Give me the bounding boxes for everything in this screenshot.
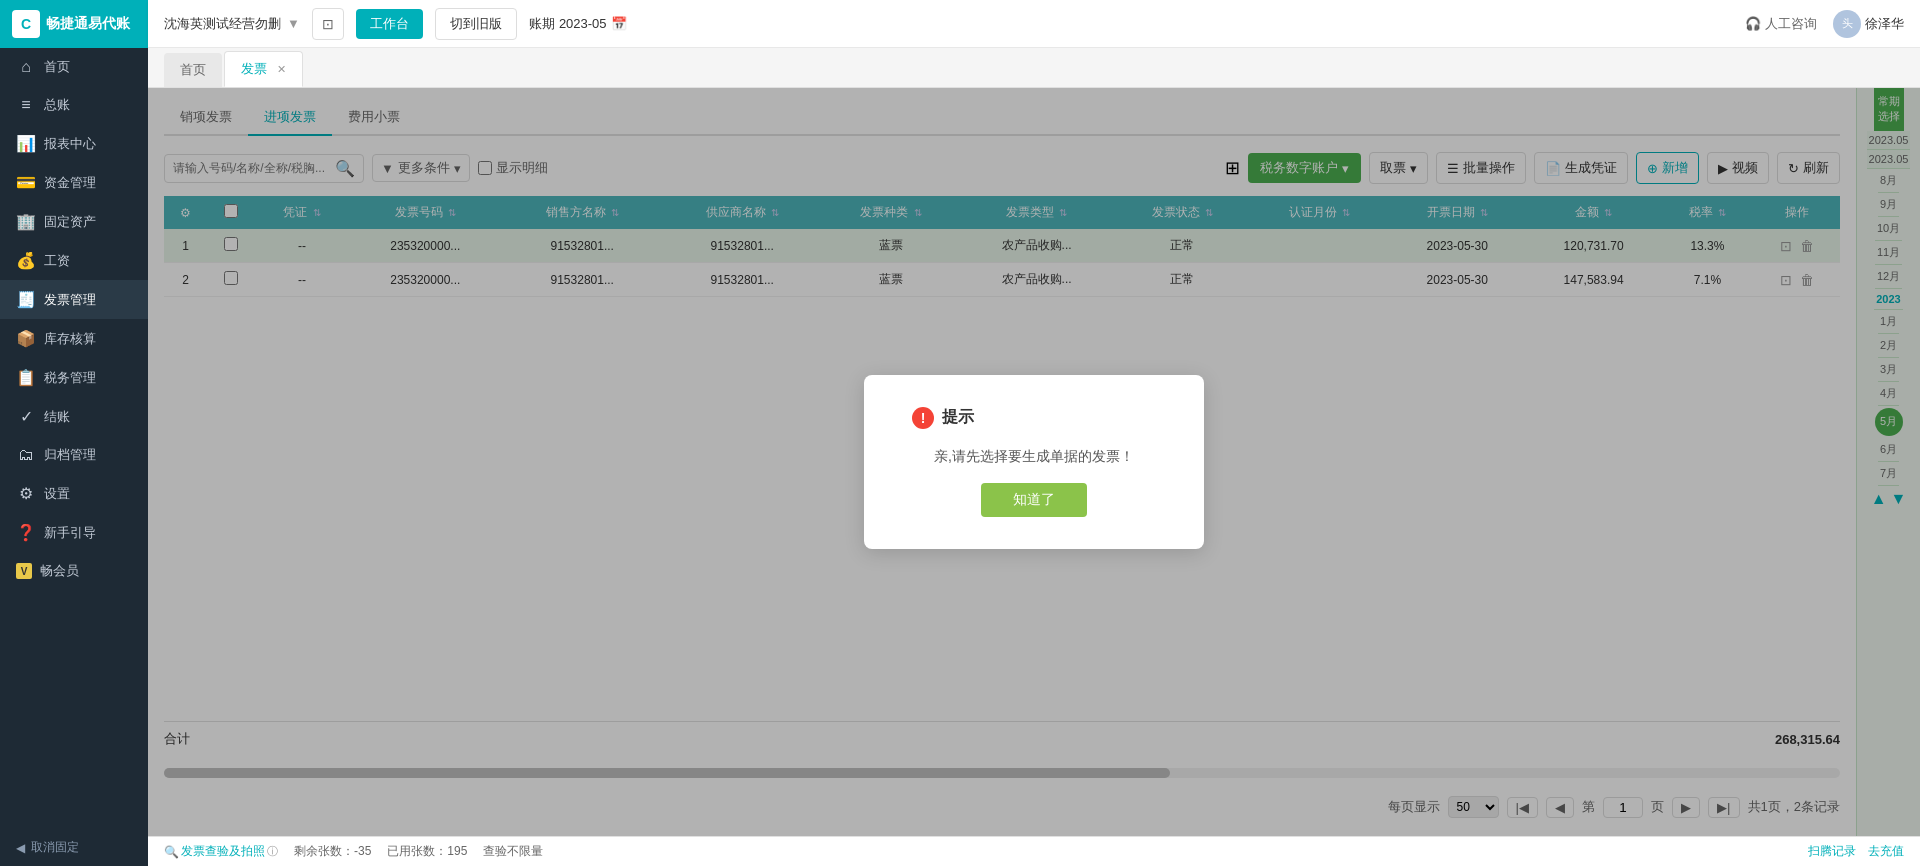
check-invoice-icon: 🔍 [164, 845, 179, 859]
sidebar-item-label: 首页 [44, 58, 70, 76]
company-selector[interactable]: 沈海英测试经营勿删 ▼ [164, 15, 300, 33]
check-invoice-link[interactable]: 🔍 发票查验及拍照 ⓘ [164, 843, 278, 860]
unpin-sidebar-btn[interactable]: ◀ 取消固定 [0, 829, 148, 866]
app-name: 畅捷通易代账 [46, 15, 130, 33]
reports-icon: 📊 [16, 134, 36, 153]
sidebar-item-label: 设置 [44, 485, 70, 503]
period-display: 账期 2023-05 📅 [529, 15, 627, 33]
copy-company-btn[interactable]: ⊡ [312, 8, 344, 40]
sidebar-item-settlement[interactable]: ✓ 结账 [0, 397, 148, 436]
service-icon: 🎧 [1745, 16, 1761, 31]
tab-invoice[interactable]: 发票 ✕ [224, 51, 303, 87]
info-icon: ⓘ [267, 844, 278, 859]
salary-icon: 💰 [16, 251, 36, 270]
sidebar-item-label: 库存核算 [44, 330, 96, 348]
sidebar-item-label: 总账 [44, 96, 70, 114]
tab-close-icon[interactable]: ✕ [277, 63, 286, 75]
sidebar-item-ledger[interactable]: ≡ 总账 [0, 86, 148, 124]
sidebar-item-label: 工资 [44, 252, 70, 270]
sidebar-item-label: 固定资产 [44, 213, 96, 231]
sidebar-item-label: 资金管理 [44, 174, 96, 192]
sidebar-item-label: 税务管理 [44, 369, 96, 387]
member-icon: V [16, 563, 32, 579]
modal-header: ! 提示 [912, 407, 974, 429]
sidebar-item-label: 归档管理 [44, 446, 96, 464]
unpin-icon: ◀ [16, 841, 25, 855]
modal-dialog: ! 提示 亲,请先选择要生成单据的发票！ 知道了 [864, 375, 1204, 549]
tab-invoice-label: 发票 [241, 61, 267, 76]
tab-home[interactable]: 首页 [164, 53, 222, 87]
modal-footer: 知道了 [912, 483, 1156, 517]
inventory-icon: 📦 [16, 329, 36, 348]
no-check-limit: 查验不限量 [483, 843, 543, 860]
modal-title: 提示 [942, 407, 974, 428]
status-bar: 🔍 发票查验及拍照 ⓘ 剩余张数：-35 已用张数：195 查验不限量 扫腾记录… [148, 836, 1920, 866]
sidebar-item-label: 报表中心 [44, 135, 96, 153]
main-area: 沈海英测试经营勿删 ▼ ⊡ 工作台 切到旧版 账期 2023-05 📅 🎧 人工… [148, 0, 1920, 866]
settlement-icon: ✓ [16, 407, 36, 426]
sidebar-item-salary[interactable]: 💰 工资 [0, 241, 148, 280]
switch-version-btn[interactable]: 切到旧版 [435, 8, 517, 40]
avatar: 头 [1833, 10, 1861, 38]
modal-confirm-btn[interactable]: 知道了 [981, 483, 1087, 517]
calendar-icon[interactable]: 📅 [611, 16, 627, 31]
content-area: 销项发票 进项发票 费用小票 🔍 ▼ 更多条件 ▾ 显示明细 [148, 88, 1920, 836]
service-label: 人工咨询 [1765, 15, 1817, 33]
copy-icon: ⊡ [322, 16, 334, 32]
company-chevron-icon: ▼ [287, 16, 300, 31]
sidebar-item-label: 畅会员 [40, 562, 79, 580]
used-count: 已用张数：195 [387, 843, 467, 860]
user-menu[interactable]: 头 徐泽华 [1833, 10, 1904, 38]
status-bar-right: 扫腾记录 去充值 [1808, 843, 1904, 860]
sidebar-item-finance[interactable]: 💳 资金管理 [0, 163, 148, 202]
sidebar-item-home[interactable]: ⌂ 首页 [0, 48, 148, 86]
sidebar-item-member[interactable]: V 畅会员 [0, 552, 148, 590]
check-invoice-label: 发票查验及拍照 [181, 843, 265, 860]
warning-icon: ! [912, 407, 934, 429]
sidebar-item-label: 新手引导 [44, 524, 96, 542]
workspace-btn[interactable]: 工作台 [356, 9, 423, 39]
app-logo: C 畅捷通易代账 [0, 0, 148, 48]
unpin-label: 取消固定 [31, 839, 79, 856]
guide-icon: ❓ [16, 523, 36, 542]
scan-records-link[interactable]: 扫腾记录 [1808, 843, 1856, 860]
sidebar-item-inventory[interactable]: 📦 库存核算 [0, 319, 148, 358]
topbar: 沈海英测试经营勿删 ▼ ⊡ 工作台 切到旧版 账期 2023-05 📅 🎧 人工… [148, 0, 1920, 48]
invoice-icon: 🧾 [16, 290, 36, 309]
finance-icon: 💳 [16, 173, 36, 192]
sidebar-item-reports[interactable]: 📊 报表中心 [0, 124, 148, 163]
ledger-icon: ≡ [16, 96, 36, 114]
sidebar-item-label: 发票管理 [44, 291, 96, 309]
topbar-right: 🎧 人工咨询 头 徐泽华 [1745, 10, 1904, 38]
sidebar-item-archive[interactable]: 🗂 归档管理 [0, 436, 148, 474]
home-icon: ⌂ [16, 58, 36, 76]
tax-icon: 📋 [16, 368, 36, 387]
modal-overlay: ! 提示 亲,请先选择要生成单据的发票！ 知道了 [148, 88, 1920, 836]
period-value: 2023-05 [559, 16, 607, 31]
assets-icon: 🏢 [16, 212, 36, 231]
sidebar-item-invoice[interactable]: 🧾 发票管理 [0, 280, 148, 319]
remaining-count: 剩余张数：-35 [294, 843, 371, 860]
modal-body: 亲,请先选择要生成单据的发票！ [912, 445, 1156, 467]
recharge-link[interactable]: 去充值 [1868, 843, 1904, 860]
sidebar-item-guide[interactable]: ❓ 新手引导 [0, 513, 148, 552]
sidebar: C 畅捷通易代账 ⌂ 首页 ≡ 总账 📊 报表中心 💳 资金管理 🏢 固定资产 … [0, 0, 148, 866]
sidebar-item-label: 结账 [44, 408, 70, 426]
sidebar-item-assets[interactable]: 🏢 固定资产 [0, 202, 148, 241]
settings-icon: ⚙ [16, 484, 36, 503]
user-name: 徐泽华 [1865, 15, 1904, 33]
service-btn[interactable]: 🎧 人工咨询 [1745, 15, 1817, 33]
company-name: 沈海英测试经营勿删 [164, 15, 281, 33]
archive-icon: 🗂 [16, 446, 36, 464]
tabbar: 首页 发票 ✕ [148, 48, 1920, 88]
sidebar-item-tax[interactable]: 📋 税务管理 [0, 358, 148, 397]
logo-icon: C [12, 10, 40, 38]
sidebar-item-settings[interactable]: ⚙ 设置 [0, 474, 148, 513]
period-label: 账期 [529, 15, 555, 33]
